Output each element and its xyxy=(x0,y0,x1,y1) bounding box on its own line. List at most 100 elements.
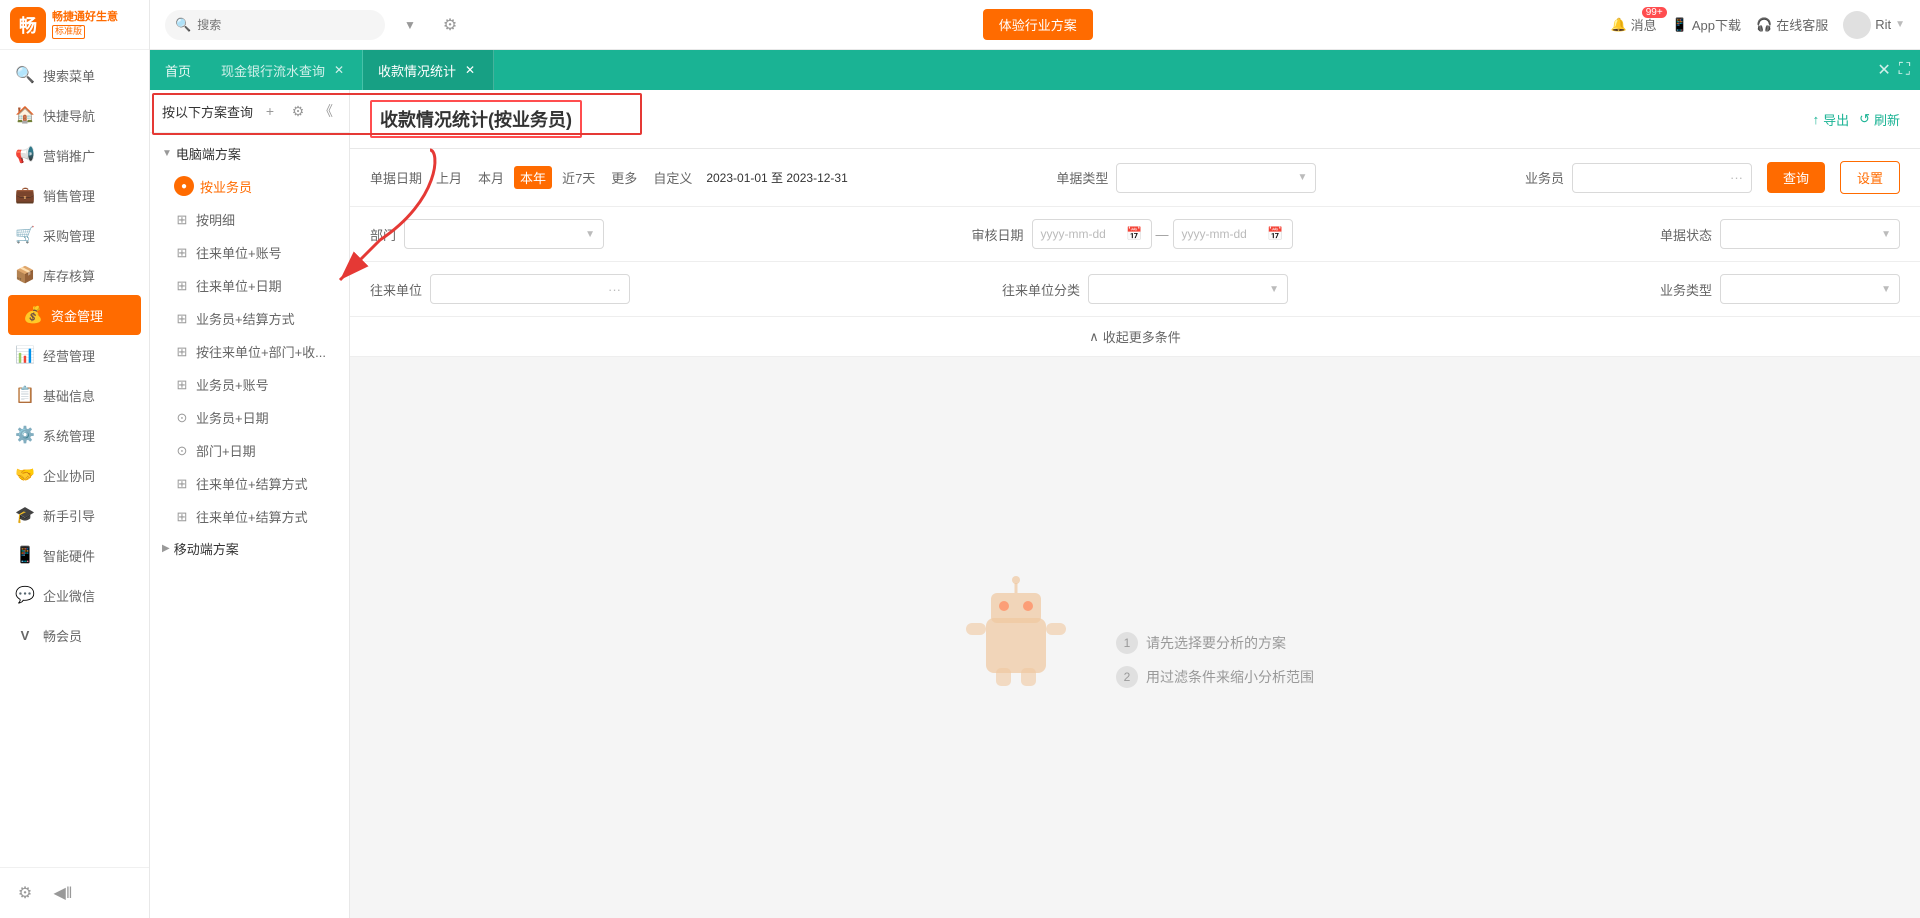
sidebar-item-hardware[interactable]: 📱 智能硬件 xyxy=(0,535,149,575)
query-button[interactable]: 查询 xyxy=(1767,162,1825,193)
date-tab-last-month[interactable]: 上月 xyxy=(430,166,468,189)
chevron-down-icon: ▼ xyxy=(585,229,595,240)
business-type-select[interactable]: ▼ xyxy=(1720,274,1900,304)
sidebar-item-wechat[interactable]: 💬 企业微信 xyxy=(0,575,149,615)
more-icon: ··· xyxy=(1730,170,1743,185)
tab-collection-close[interactable]: ✕ xyxy=(462,62,478,78)
messages-button[interactable]: 🔔 消息 99+ xyxy=(1610,15,1656,34)
scheme-add-button[interactable]: + xyxy=(259,100,281,122)
tab-collection[interactable]: 收款情况统计 ✕ xyxy=(363,50,494,90)
sidebar-item-finance[interactable]: 💰 资金管理 xyxy=(8,295,141,335)
scheme-item-partner-settle2[interactable]: ⊞ 往来单位+结算方式 xyxy=(150,500,349,533)
sidebar-item-basic[interactable]: 📋 基础信息 xyxy=(0,375,149,415)
dept-field: 部门 ▼ xyxy=(370,219,604,249)
scheme-item-partner-account[interactable]: ⊞ 往来单位+账号 xyxy=(150,236,349,269)
sidebar-item-purchase[interactable]: 🛒 采购管理 xyxy=(0,215,149,255)
right-content: 收款情况统计(按业务员) ↑ 导出 ↺ 刷新 单据 xyxy=(350,90,1920,918)
sidebar-settings-button[interactable]: ⚙ xyxy=(10,878,40,908)
refresh-button[interactable]: ↺ 刷新 xyxy=(1859,110,1900,129)
doc-status-field: 单据状态 ▼ xyxy=(1660,219,1900,249)
date-tabs: 上月 本月 本年 近7天 更多 自定义 xyxy=(430,166,698,189)
scheme-item-partner-settle1[interactable]: ⊞ 往来单位+结算方式 xyxy=(150,467,349,500)
scheme-group-mobile-header[interactable]: ▶ 移动端方案 xyxy=(150,533,349,564)
tab-bankflow-close[interactable]: ✕ xyxy=(331,62,347,78)
counterpart-select[interactable]: ··· xyxy=(430,274,630,304)
date-tab-this-month[interactable]: 本月 xyxy=(472,166,510,189)
more-icon: ··· xyxy=(608,282,621,297)
grid-icon: ⊞ xyxy=(174,509,190,525)
collapse-button[interactable]: ∧ 收起更多条件 xyxy=(1089,327,1181,346)
filter-row-3: 往来单位 ··· 往来单位分类 ▼ xyxy=(350,262,1920,317)
scheme-settings-button[interactable]: ⚙ xyxy=(287,100,309,122)
counterpart-category-select[interactable]: ▼ xyxy=(1088,274,1288,304)
filter-row-1: 单据日期 上月 本月 本年 近7天 更多 自定义 2023-01-01 至 20… xyxy=(350,149,1920,207)
search-box[interactable]: 🔍 xyxy=(165,10,385,40)
sidebar-item-search[interactable]: 🔍 搜索菜单 xyxy=(0,55,149,95)
setting-button[interactable]: 设置 xyxy=(1840,161,1900,194)
member-icon: V xyxy=(15,625,35,645)
sidebar-item-inventory[interactable]: 📦 库存核算 xyxy=(0,255,149,295)
date-filter-field: 单据日期 上月 本月 本年 近7天 更多 自定义 2023-01-01 至 20… xyxy=(370,166,848,189)
scheme-group-mobile: ▶ 移动端方案 xyxy=(150,533,349,564)
home-icon: 🏠 xyxy=(15,105,35,125)
sidebar-item-corp[interactable]: 🤝 企业协同 xyxy=(0,455,149,495)
app-download-button[interactable]: 📱 App下载 xyxy=(1672,15,1741,34)
scheme-group-pc: ▼ 电脑端方案 ● 按业务员 ⊞ 按明细 ⊞ 往来单位+账号 xyxy=(150,138,349,533)
sidebar-item-guide[interactable]: 🎓 新手引导 xyxy=(0,495,149,535)
tabbar: 首页 现金银行流水查询 ✕ 收款情况统计 ✕ ✕ ⛶ xyxy=(150,50,1920,90)
dept-label: 部门 xyxy=(370,225,396,244)
scheme-panel: 按以下方案查询 + ⚙ 《 ▼ 电脑端方案 ● 按业务员 xyxy=(150,90,350,918)
search-icon: 🔍 xyxy=(15,65,35,85)
date-tab-custom[interactable]: 自定义 xyxy=(647,166,698,189)
salesman-label: 业务员 xyxy=(1525,168,1564,187)
active-scheme-icon: ● xyxy=(174,176,194,196)
trial-button[interactable]: 体验行业方案 xyxy=(983,9,1093,40)
scheme-item-salesman-settle[interactable]: ⊞ 业务员+结算方式 xyxy=(150,302,349,335)
scheme-item-partner-dept[interactable]: ⊞ 按往来单位+部门+收... xyxy=(150,335,349,368)
window-close-button[interactable]: ✕ xyxy=(1877,60,1890,80)
user-profile[interactable]: Rit ▼ xyxy=(1843,11,1905,39)
scheme-item-partner-date[interactable]: ⊞ 往来单位+日期 xyxy=(150,269,349,302)
scheme-item-by-detail[interactable]: ⊞ 按明细 xyxy=(150,203,349,236)
tab-home[interactable]: 首页 xyxy=(150,61,206,80)
date-tab-this-year[interactable]: 本年 xyxy=(514,166,552,189)
filter-row-2: 部门 ▼ 审核日期 yyyy-mm-dd 📅 xyxy=(350,207,1920,262)
sidebar-item-system[interactable]: ⚙️ 系统管理 xyxy=(0,415,149,455)
doc-type-select[interactable]: ▼ xyxy=(1116,163,1316,193)
sidebar-item-sales[interactable]: 💼 销售管理 xyxy=(0,175,149,215)
search-input[interactable] xyxy=(197,18,375,32)
sidebar-item-operations[interactable]: 📊 经营管理 xyxy=(0,335,149,375)
scheme-group-pc-header[interactable]: ▼ 电脑端方案 xyxy=(150,138,349,169)
scheme-item-dept-date[interactable]: ⊙ 部门+日期 xyxy=(150,434,349,467)
tip-number-1: 1 xyxy=(1116,632,1138,654)
sidebar-bottom: ⚙ ◀‖ xyxy=(0,867,149,918)
doc-status-select[interactable]: ▼ xyxy=(1720,219,1900,249)
topbar: 🔍 ▼ ⚙ 体验行业方案 🔔 消息 99+ 📱 App下载 🎧 在线客服 xyxy=(150,0,1920,50)
sidebar-collapse-button[interactable]: ◀‖ xyxy=(48,878,78,908)
counterpart-category-field: 往来单位分类 ▼ xyxy=(1002,274,1288,304)
window-maximize-button[interactable]: ⛶ xyxy=(1899,61,1910,79)
tip-number-2: 2 xyxy=(1116,666,1138,688)
topbar-right: 🔔 消息 99+ 📱 App下载 🎧 在线客服 Rit ▼ xyxy=(1610,11,1905,39)
scheme-collapse-button[interactable]: 《 xyxy=(315,100,337,122)
sidebar-item-member[interactable]: V 畅会员 xyxy=(0,615,149,655)
online-service-button[interactable]: 🎧 在线客服 xyxy=(1756,15,1828,34)
sidebar-item-quicknav[interactable]: 🏠 快捷导航 xyxy=(0,95,149,135)
topbar-dropdown-button[interactable]: ▼ xyxy=(395,10,425,40)
date-tab-more[interactable]: 更多 xyxy=(605,166,643,189)
salesman-select[interactable]: ··· xyxy=(1572,163,1752,193)
date-tab-7days[interactable]: 近7天 xyxy=(556,166,601,189)
scheme-item-by-salesman[interactable]: ● 按业务员 xyxy=(150,169,349,203)
scheme-item-salesman-date[interactable]: ⊙ 业务员+日期 xyxy=(150,401,349,434)
dept-select[interactable]: ▼ xyxy=(404,219,604,249)
topbar-gear-button[interactable]: ⚙ xyxy=(435,10,465,40)
scheme-item-salesman-account[interactable]: ⊞ 业务员+账号 xyxy=(150,368,349,401)
export-button[interactable]: ↑ 导出 xyxy=(1813,110,1850,129)
export-icon: ↑ xyxy=(1813,112,1820,127)
sidebar-item-marketing[interactable]: 📢 营销推广 xyxy=(0,135,149,175)
grid-icon: ⊞ xyxy=(174,245,190,261)
tab-bankflow[interactable]: 现金银行流水查询 ✕ xyxy=(206,50,363,90)
review-date-start[interactable]: yyyy-mm-dd 📅 xyxy=(1032,219,1152,249)
review-date-end[interactable]: yyyy-mm-dd 📅 xyxy=(1173,219,1293,249)
gear-icon: ⚙ xyxy=(443,15,457,35)
